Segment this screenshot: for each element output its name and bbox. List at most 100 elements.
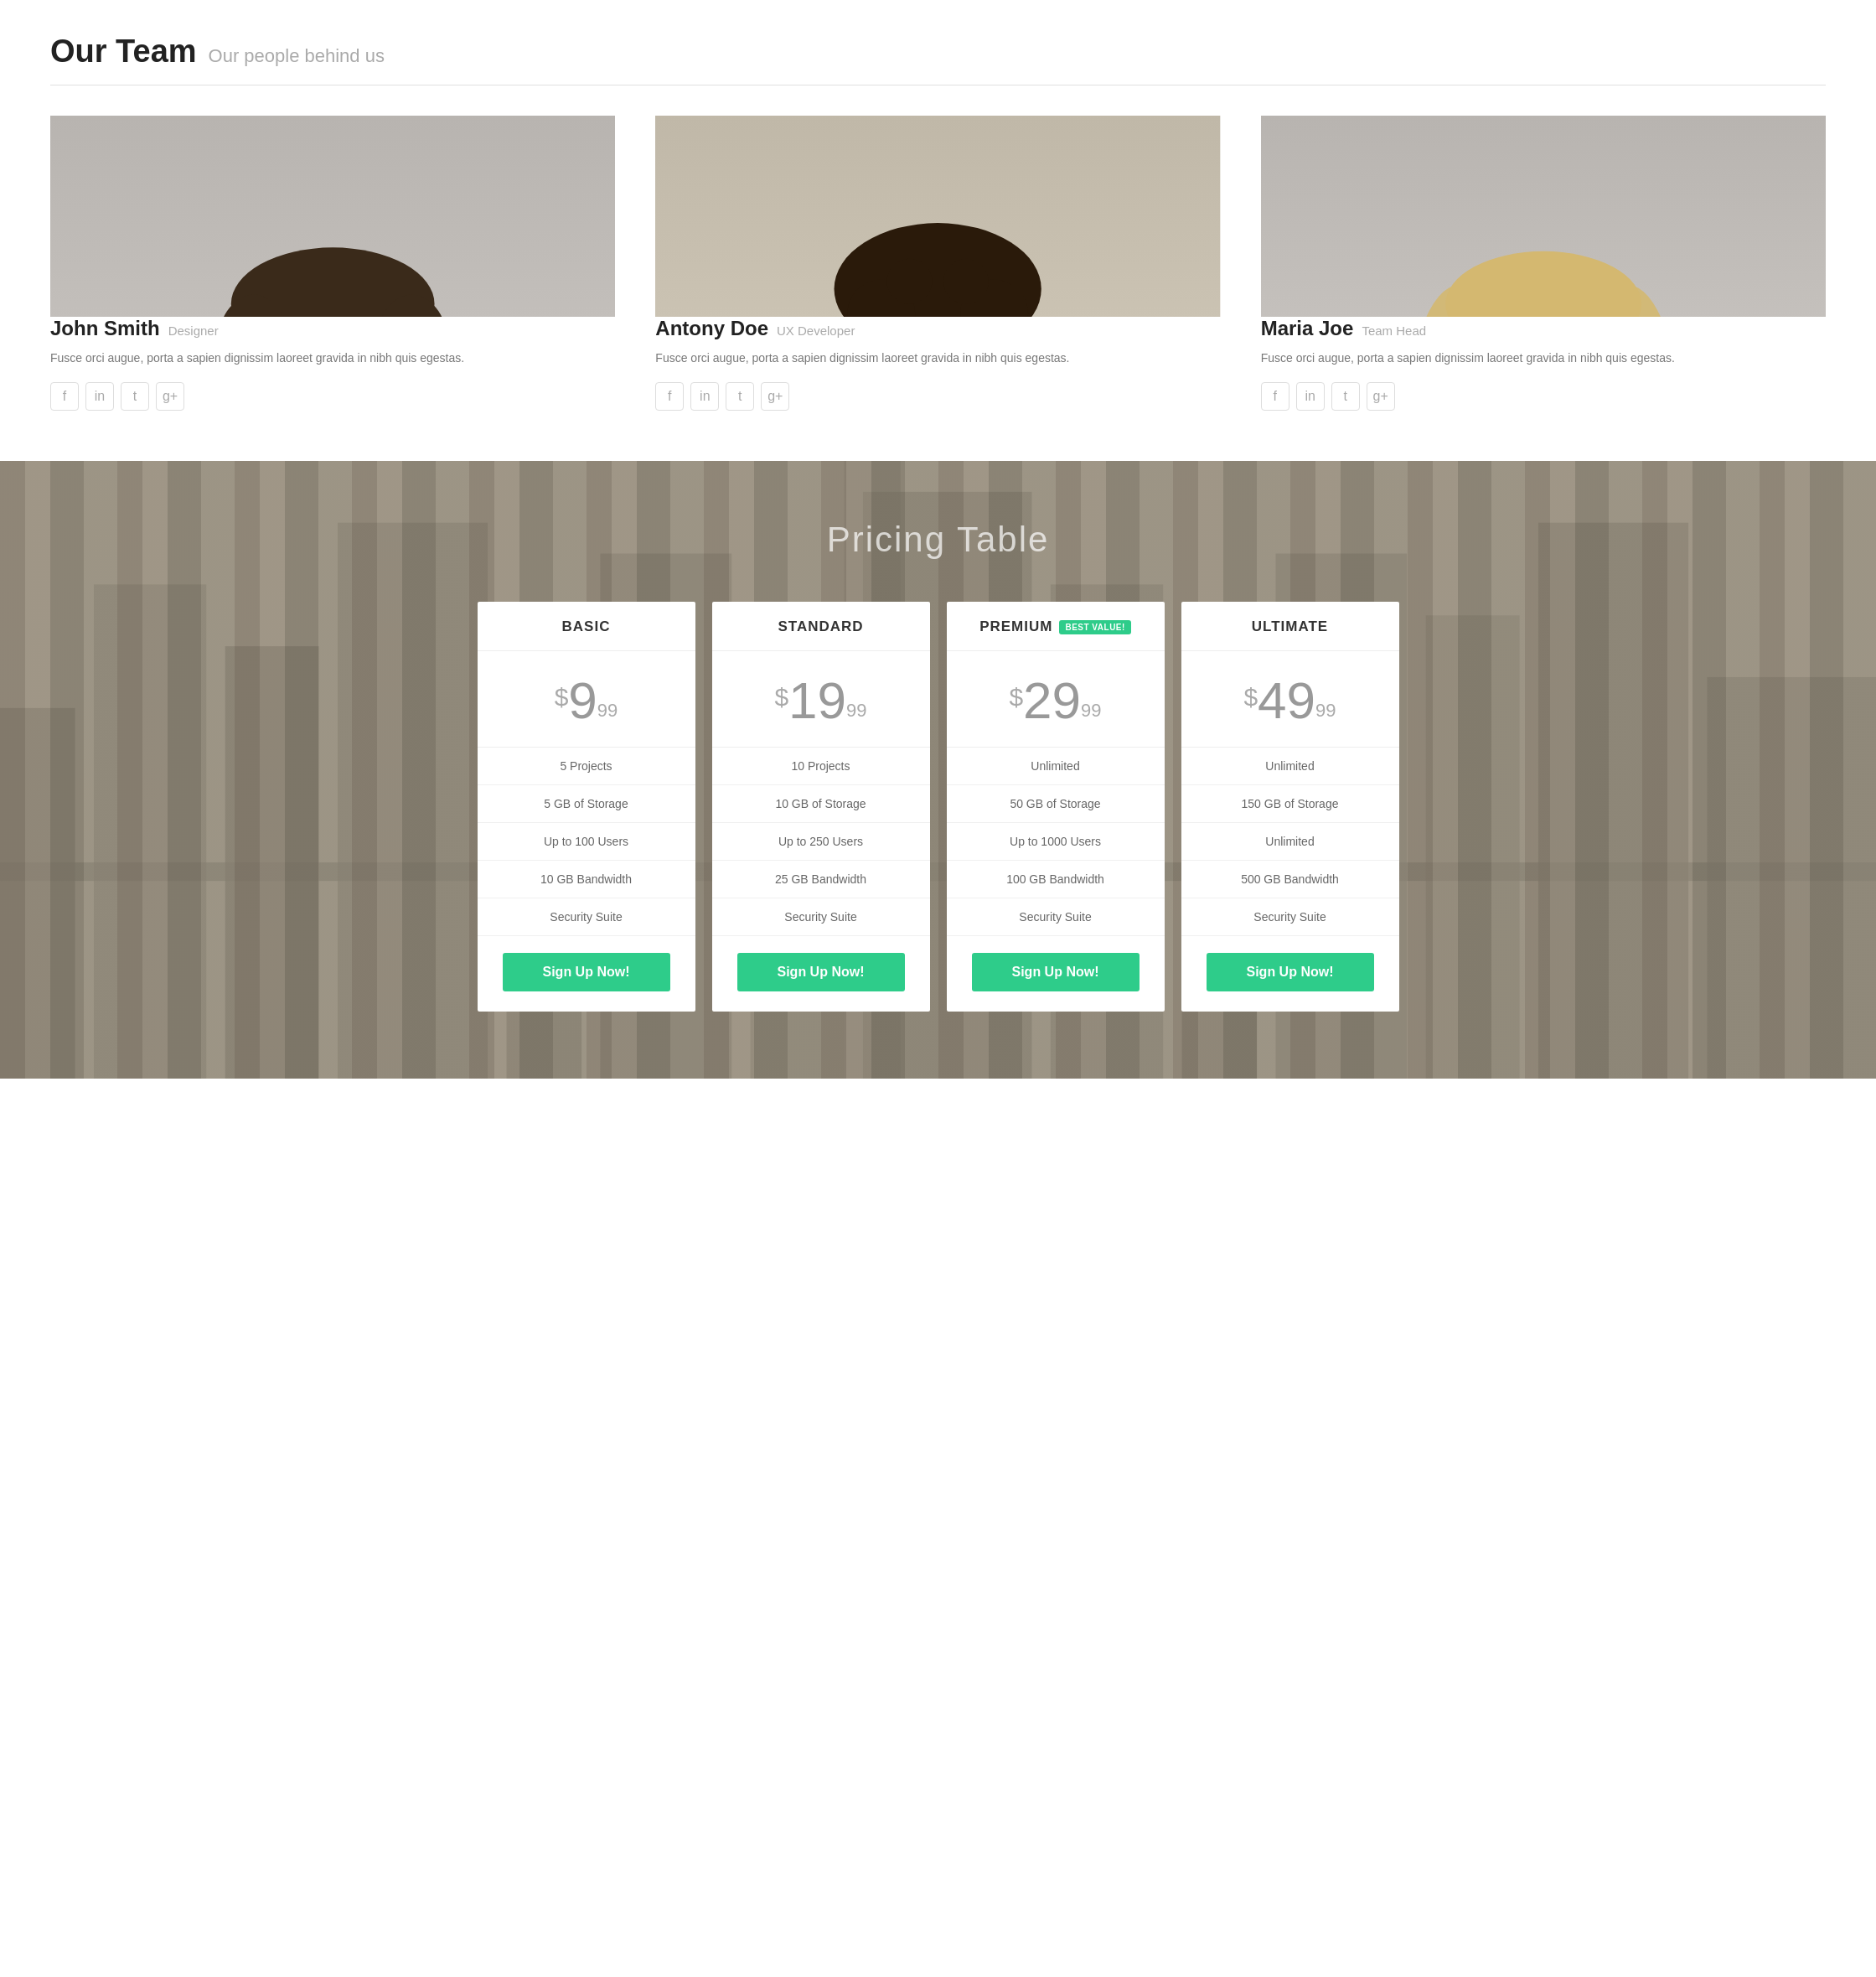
facebook-icon-0[interactable]: f [50, 382, 79, 411]
member-name-row-0: John Smith Designer [50, 317, 615, 340]
pricing-section: Pricing Table BASIC $999 5 Projects5 GB … [0, 461, 1876, 1079]
plan-features-premium: Unlimited50 GB of StorageUp to 1000 User… [947, 748, 1165, 936]
plan-feature-basic-4: Security Suite [478, 898, 695, 936]
best-value-badge-premium: BEST VALUE! [1059, 620, 1130, 634]
pricing-grid: BASIC $999 5 Projects5 GB of StorageUp t… [478, 602, 1399, 1012]
team-section-subtitle: Our people behind us [209, 45, 385, 67]
member-name-0: John Smith [50, 317, 160, 340]
plan-name-basic: BASIC [562, 618, 611, 635]
team-section: Our Team Our people behind us [0, 0, 1876, 461]
plan-feature-premium-2: Up to 1000 Users [947, 823, 1165, 861]
facebook-icon-2[interactable]: f [1261, 382, 1289, 411]
plan-feature-standard-4: Security Suite [712, 898, 930, 936]
plan-cta-ultimate: Sign Up Now! [1181, 936, 1399, 1012]
price-main-premium: 29 [1023, 675, 1081, 727]
plan-name-premium: PREMIUM [979, 618, 1052, 635]
plan-feature-standard-2: Up to 250 Users [712, 823, 930, 861]
plan-feature-ultimate-4: Security Suite [1181, 898, 1399, 936]
member-photo-0 [50, 116, 615, 317]
social-icons-2: f in t g+ [1261, 382, 1826, 411]
plan-feature-premium-1: 50 GB of Storage [947, 785, 1165, 823]
twitter-icon-1[interactable]: t [726, 382, 754, 411]
member-photo-2 [1261, 116, 1826, 317]
price-amount-basic: $999 [491, 675, 682, 727]
plan-name-ultimate: ULTIMATE [1252, 618, 1328, 635]
plan-feature-standard-3: 25 GB Bandwidth [712, 861, 930, 898]
plan-features-ultimate: Unlimited150 GB of StorageUnlimited500 G… [1181, 748, 1399, 936]
twitter-icon-0[interactable]: t [121, 382, 149, 411]
team-member-2: Maria Joe Team Head Fusce orci augue, po… [1261, 116, 1826, 411]
plan-price-basic: $999 [478, 651, 695, 748]
plan-feature-ultimate-2: Unlimited [1181, 823, 1399, 861]
plan-feature-basic-1: 5 GB of Storage [478, 785, 695, 823]
member-name-2: Maria Joe [1261, 317, 1354, 340]
plan-cta-basic: Sign Up Now! [478, 936, 695, 1012]
pricing-card-standard: STANDARD $1999 10 Projects10 GB of Stora… [712, 602, 930, 1012]
team-grid: John Smith Designer Fusce orci augue, po… [50, 116, 1826, 411]
price-main-ultimate: 49 [1258, 675, 1315, 727]
plan-cta-standard: Sign Up Now! [712, 936, 930, 1012]
linkedin-icon-0[interactable]: in [85, 382, 114, 411]
team-member-1: Antony Doe UX Developer Fusce orci augue… [655, 116, 1220, 411]
plan-feature-premium-4: Security Suite [947, 898, 1165, 936]
svg-point-23 [943, 259, 989, 304]
linkedin-icon-2[interactable]: in [1296, 382, 1325, 411]
plan-feature-ultimate-3: 500 GB Bandwidth [1181, 861, 1399, 898]
plan-header-premium: PREMIUM BEST VALUE! [947, 602, 1165, 651]
plan-header-ultimate: ULTIMATE [1181, 602, 1399, 651]
googleplus-icon-2[interactable]: g+ [1367, 382, 1395, 411]
plan-feature-premium-3: 100 GB Bandwidth [947, 861, 1165, 898]
team-header: Our Team Our people behind us [50, 34, 1826, 85]
member-role-0: Designer [168, 323, 219, 338]
signup-button-premium[interactable]: Sign Up Now! [972, 953, 1140, 991]
price-amount-premium: $2999 [960, 675, 1151, 727]
plan-feature-ultimate-0: Unlimited [1181, 748, 1399, 785]
plan-price-ultimate: $4999 [1181, 651, 1399, 748]
price-amount-ultimate: $4999 [1195, 675, 1386, 727]
member-bio-2: Fusce orci augue, porta a sapien digniss… [1261, 349, 1826, 367]
price-cents-basic: 99 [597, 701, 618, 720]
plan-cta-premium: Sign Up Now! [947, 936, 1165, 1012]
team-section-title: Our Team [50, 34, 197, 70]
signup-button-basic[interactable]: Sign Up Now! [503, 953, 670, 991]
member-name-1: Antony Doe [655, 317, 768, 340]
social-icons-0: f in t g+ [50, 382, 615, 411]
plan-feature-basic-0: 5 Projects [478, 748, 695, 785]
price-amount-standard: $1999 [726, 675, 917, 727]
price-dollar-basic: $ [555, 685, 569, 710]
linkedin-icon-1[interactable]: in [690, 382, 719, 411]
plan-features-standard: 10 Projects10 GB of StorageUp to 250 Use… [712, 748, 930, 936]
plan-feature-standard-0: 10 Projects [712, 748, 930, 785]
price-dollar-standard: $ [774, 685, 788, 710]
plan-feature-ultimate-1: 150 GB of Storage [1181, 785, 1399, 823]
price-cents-ultimate: 99 [1315, 701, 1336, 720]
googleplus-icon-1[interactable]: g+ [761, 382, 789, 411]
member-role-1: UX Developer [777, 323, 855, 338]
price-dollar-premium: $ [1009, 685, 1023, 710]
plan-feature-basic-3: 10 GB Bandwidth [478, 861, 695, 898]
member-role-2: Team Head [1362, 323, 1426, 338]
price-cents-premium: 99 [1081, 701, 1101, 720]
pricing-card-basic: BASIC $999 5 Projects5 GB of StorageUp t… [478, 602, 695, 1012]
plan-price-standard: $1999 [712, 651, 930, 748]
price-main-standard: 19 [788, 675, 846, 727]
member-name-row-2: Maria Joe Team Head [1261, 317, 1826, 340]
svg-point-22 [887, 259, 933, 304]
plan-name-standard: STANDARD [778, 618, 863, 635]
plan-feature-basic-2: Up to 100 Users [478, 823, 695, 861]
plan-features-basic: 5 Projects5 GB of StorageUp to 100 Users… [478, 748, 695, 936]
googleplus-icon-0[interactable]: g+ [156, 382, 184, 411]
plan-feature-standard-1: 10 GB of Storage [712, 785, 930, 823]
twitter-icon-2[interactable]: t [1331, 382, 1360, 411]
signup-button-ultimate[interactable]: Sign Up Now! [1207, 953, 1374, 991]
member-bio-1: Fusce orci augue, porta a sapien digniss… [655, 349, 1220, 367]
team-member-0: John Smith Designer Fusce orci augue, po… [50, 116, 615, 411]
price-cents-standard: 99 [846, 701, 866, 720]
pricing-card-premium: PREMIUM BEST VALUE! $2999 Unlimited50 GB… [947, 602, 1165, 1012]
pricing-content: Pricing Table BASIC $999 5 Projects5 GB … [34, 520, 1842, 1012]
facebook-icon-1[interactable]: f [655, 382, 684, 411]
signup-button-standard[interactable]: Sign Up Now! [737, 953, 905, 991]
member-photo-1 [655, 116, 1220, 317]
price-dollar-ultimate: $ [1243, 685, 1258, 710]
plan-header-basic: BASIC [478, 602, 695, 651]
